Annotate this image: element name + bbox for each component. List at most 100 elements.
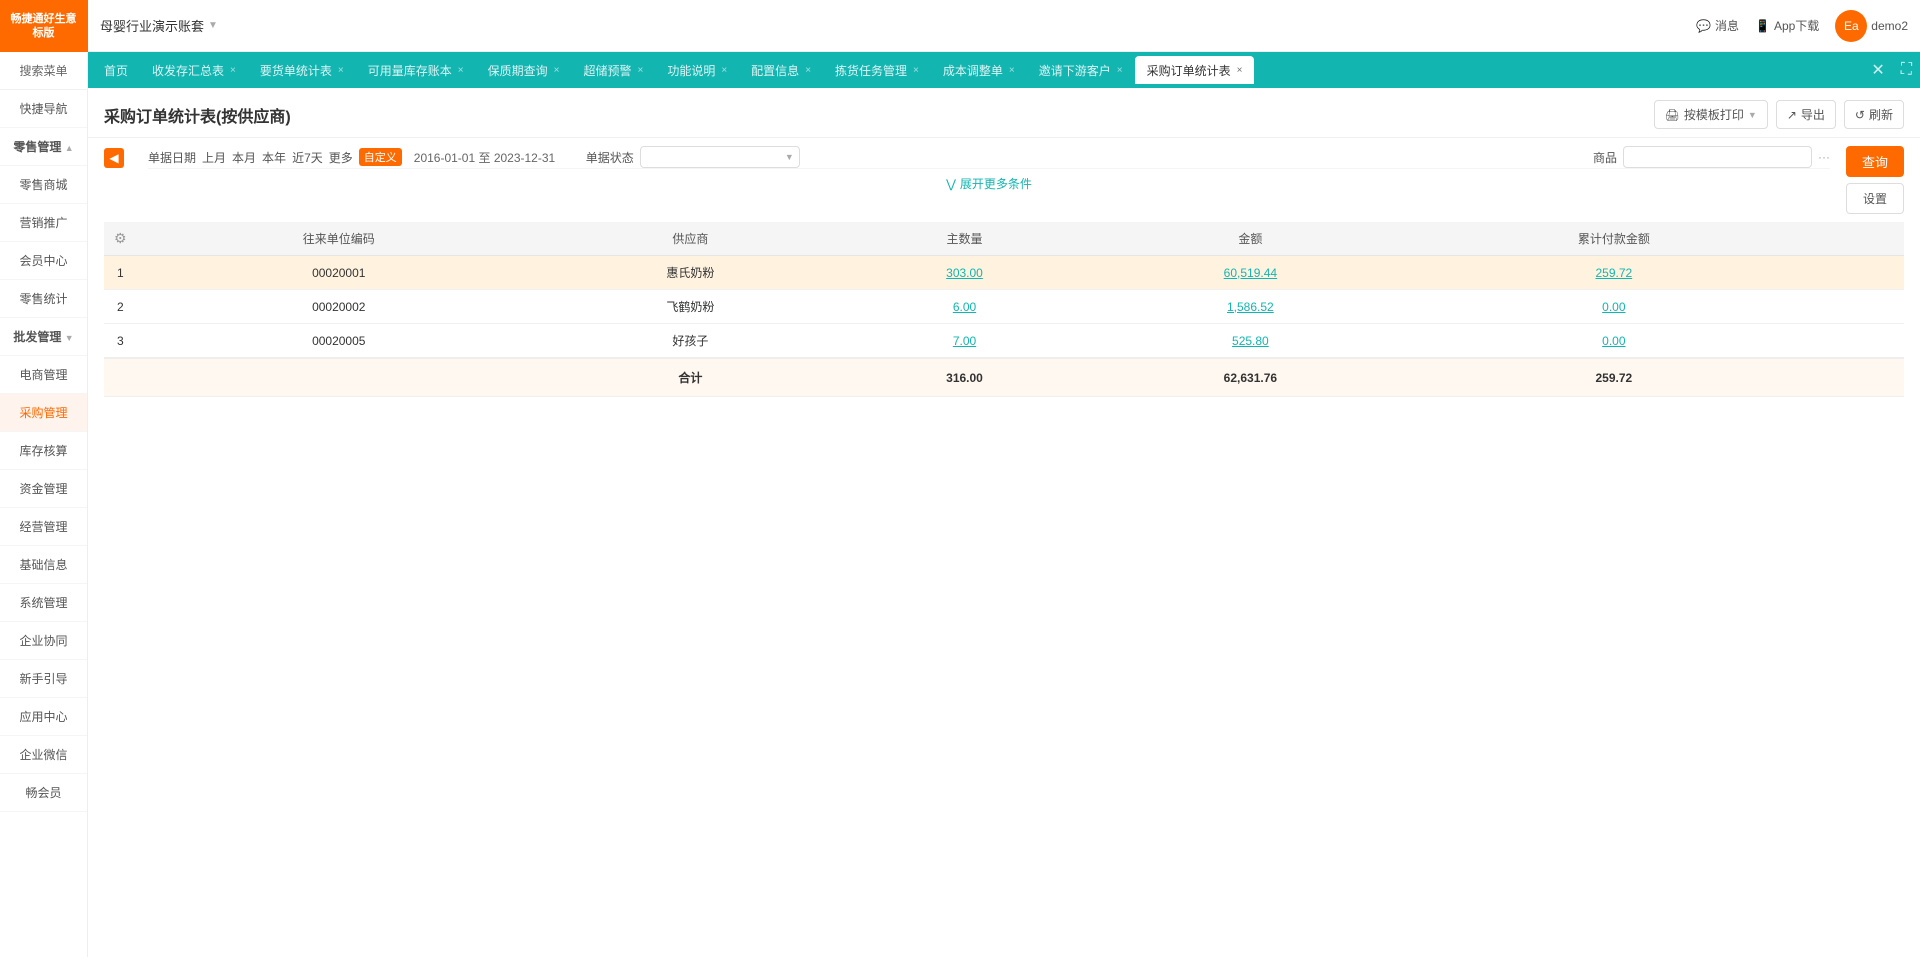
user-profile[interactable]: Ea demo2 — [1835, 10, 1908, 42]
filter-section: ◀ 单据日期 上月 本月 本年 近7天 更多 自定义 2016-01-01 至 … — [88, 138, 1920, 222]
tab-invite-customer[interactable]: 邀请下游客户 × — [1027, 56, 1135, 84]
date-link-more[interactable]: 更多 — [329, 149, 353, 166]
date-link-this-year[interactable]: 本年 — [262, 149, 286, 166]
cell-amount[interactable]: 1,586.52 — [1089, 290, 1412, 324]
close-icon[interactable]: × — [637, 65, 643, 76]
page-header: 采购订单统计表(按供应商) 🖨 按模板打印 ▼ ↗ 导出 ↺ 刷新 — [88, 88, 1920, 138]
tab-overstock[interactable]: 超储预警 × — [571, 56, 655, 84]
sidebar-item-retail-mall[interactable]: 零售商城 — [0, 166, 87, 204]
sidebar-item-enterprise-wechat[interactable]: 企业微信 — [0, 736, 87, 774]
tab-stock-summary[interactable]: 收发存汇总表 × — [140, 56, 248, 84]
tab-home[interactable]: 首页 — [92, 56, 140, 84]
cell-code: 00020002 — [137, 290, 541, 324]
sidebar-item-finance[interactable]: 资金管理 — [0, 470, 87, 508]
sidebar-item-app-center[interactable]: 应用中心 — [0, 698, 87, 736]
date-link-last-month[interactable]: 上月 — [202, 149, 226, 166]
tab-shelf-life[interactable]: 保质期查询 × — [476, 56, 572, 84]
query-button[interactable]: 查询 — [1846, 146, 1904, 177]
tab-purchase-stats[interactable]: 采购订单统计表 × — [1135, 56, 1255, 84]
cell-amount[interactable]: 525.80 — [1089, 324, 1412, 359]
chevron-down-icon4: ▼ — [1748, 110, 1757, 120]
tab-order-stats[interactable]: 要货单统计表 × — [248, 56, 356, 84]
cell-code: 00020005 — [137, 324, 541, 359]
sidebar-item-enterprise-collab[interactable]: 企业协同 — [0, 622, 87, 660]
sidebar-item-basic-info[interactable]: 基础信息 — [0, 546, 87, 584]
main-area: 母婴行业演示账套 ▼ 💬 消息 📱 App下载 Ea demo2 首页 — [88, 0, 1920, 957]
workspace-selector[interactable]: 母婴行业演示账套 ▼ — [100, 16, 218, 35]
cell-quantity[interactable]: 6.00 — [840, 290, 1089, 324]
app-logo: 畅捷通好生意标版 — [0, 0, 88, 52]
tab-cost-adjust[interactable]: 成本调整单 × — [931, 56, 1027, 84]
workspace-name: 母婴行业演示账套 — [100, 16, 204, 35]
sidebar-item-ecommerce[interactable]: 电商管理 — [0, 356, 87, 394]
close-icon[interactable]: × — [230, 65, 236, 76]
settings-button[interactable]: 设置 — [1846, 183, 1904, 214]
close-icon[interactable]: × — [554, 65, 560, 76]
sidebar-item-search[interactable]: 搜索菜单 — [0, 52, 87, 90]
app-download-button[interactable]: 📱 App下载 — [1755, 17, 1819, 34]
close-icon[interactable]: × — [338, 65, 344, 76]
printer-icon: 🖨 — [1665, 108, 1680, 122]
print-button[interactable]: 🖨 按模板打印 ▼ — [1654, 100, 1768, 129]
close-icon[interactable]: × — [458, 65, 464, 76]
date-range-display: 2016-01-01 至 2023-12-31 — [414, 149, 574, 166]
close-icon[interactable]: × — [1117, 65, 1123, 76]
close-icon[interactable]: × — [1237, 65, 1243, 76]
tab-config[interactable]: 配置信息 × — [739, 56, 823, 84]
cell-paid[interactable]: 0.00 — [1412, 324, 1816, 359]
sidebar-item-new-guide[interactable]: 新手引导 — [0, 660, 87, 698]
filter-actions: 查询 设置 — [1846, 146, 1904, 214]
goods-filter: 商品 ··· — [1593, 146, 1830, 168]
sidebar-item-retail-mgmt[interactable]: 零售管理 ▲ — [0, 128, 87, 166]
close-icon[interactable]: × — [913, 65, 919, 76]
sidebar-item-business-mgmt[interactable]: 经营管理 — [0, 508, 87, 546]
close-tab-icon[interactable]: ✕ — [1867, 58, 1888, 82]
more-icon[interactable]: ··· — [1818, 150, 1830, 164]
tab-label-home: 首页 — [104, 62, 128, 79]
sidebar-item-chang-member[interactable]: 畅会员 — [0, 774, 87, 812]
date-label: 单据日期 — [148, 149, 196, 166]
tabbar-actions: ✕ ⛶ — [1867, 58, 1916, 82]
date-filter: 单据日期 上月 本月 本年 近7天 更多 自定义 — [148, 148, 402, 166]
sidebar-item-retail-stats[interactable]: 零售统计 — [0, 280, 87, 318]
chevron-down-icon2: ▼ — [65, 333, 74, 343]
refresh-button[interactable]: ↺ 刷新 — [1844, 100, 1904, 129]
export-button[interactable]: ↗ 导出 — [1776, 100, 1836, 129]
status-select[interactable] — [640, 146, 800, 168]
tab-label-stock: 收发存汇总表 — [152, 62, 224, 79]
goods-input[interactable] — [1623, 146, 1812, 168]
table-row: 1 00020001 惠氏奶粉 303.00 60,519.44 259.72 — [104, 256, 1904, 290]
date-custom-badge[interactable]: 自定义 — [359, 148, 402, 166]
sidebar-item-system-mgmt[interactable]: 系统管理 — [0, 584, 87, 622]
date-link-7days[interactable]: 近7天 — [292, 149, 323, 166]
close-icon[interactable]: × — [721, 65, 727, 76]
date-link-this-month[interactable]: 本月 — [232, 149, 256, 166]
tab-function-desc[interactable]: 功能说明 × — [655, 56, 739, 84]
sidebar-item-purchase-mgmt[interactable]: 采购管理 — [0, 394, 87, 432]
sidebar-item-member-center[interactable]: 会员中心 — [0, 242, 87, 280]
tab-pick-task[interactable]: 拣货任务管理 × — [823, 56, 931, 84]
close-icon[interactable]: × — [805, 65, 811, 76]
avatar: Ea — [1835, 10, 1867, 42]
message-button[interactable]: 💬 消息 — [1696, 17, 1739, 34]
sidebar-item-wholesale-mgmt[interactable]: 批发管理 ▼ — [0, 318, 87, 356]
maximize-icon[interactable]: ⛶ — [1897, 59, 1916, 81]
cell-amount[interactable]: 60,519.44 — [1089, 256, 1412, 290]
app-download-label: App下载 — [1774, 17, 1819, 34]
tab-available-stock[interactable]: 可用量库存账本 × — [356, 56, 476, 84]
sidebar-item-inventory[interactable]: 库存核算 — [0, 432, 87, 470]
gear-icon[interactable]: ⚙ — [114, 230, 127, 246]
cell-index: 1 — [104, 256, 137, 290]
expand-button[interactable]: ⋁ 展开更多条件 — [946, 175, 1032, 192]
chevron-down-icon5: ⋁ — [946, 177, 956, 191]
page-content: 采购订单统计表(按供应商) 🖨 按模板打印 ▼ ↗ 导出 ↺ 刷新 — [88, 88, 1920, 957]
cell-quantity[interactable]: 7.00 — [840, 324, 1089, 359]
cell-paid[interactable]: 259.72 — [1412, 256, 1816, 290]
date-range-text: 2016-01-01 至 2023-12-31 — [414, 149, 574, 166]
sidebar-item-quick-nav[interactable]: 快捷导航 — [0, 90, 87, 128]
sidebar-item-marketing[interactable]: 营销推广 — [0, 204, 87, 242]
close-icon[interactable]: × — [1009, 65, 1015, 76]
collapse-button[interactable]: ◀ — [104, 148, 124, 168]
cell-quantity[interactable]: 303.00 — [840, 256, 1089, 290]
cell-paid[interactable]: 0.00 — [1412, 290, 1816, 324]
